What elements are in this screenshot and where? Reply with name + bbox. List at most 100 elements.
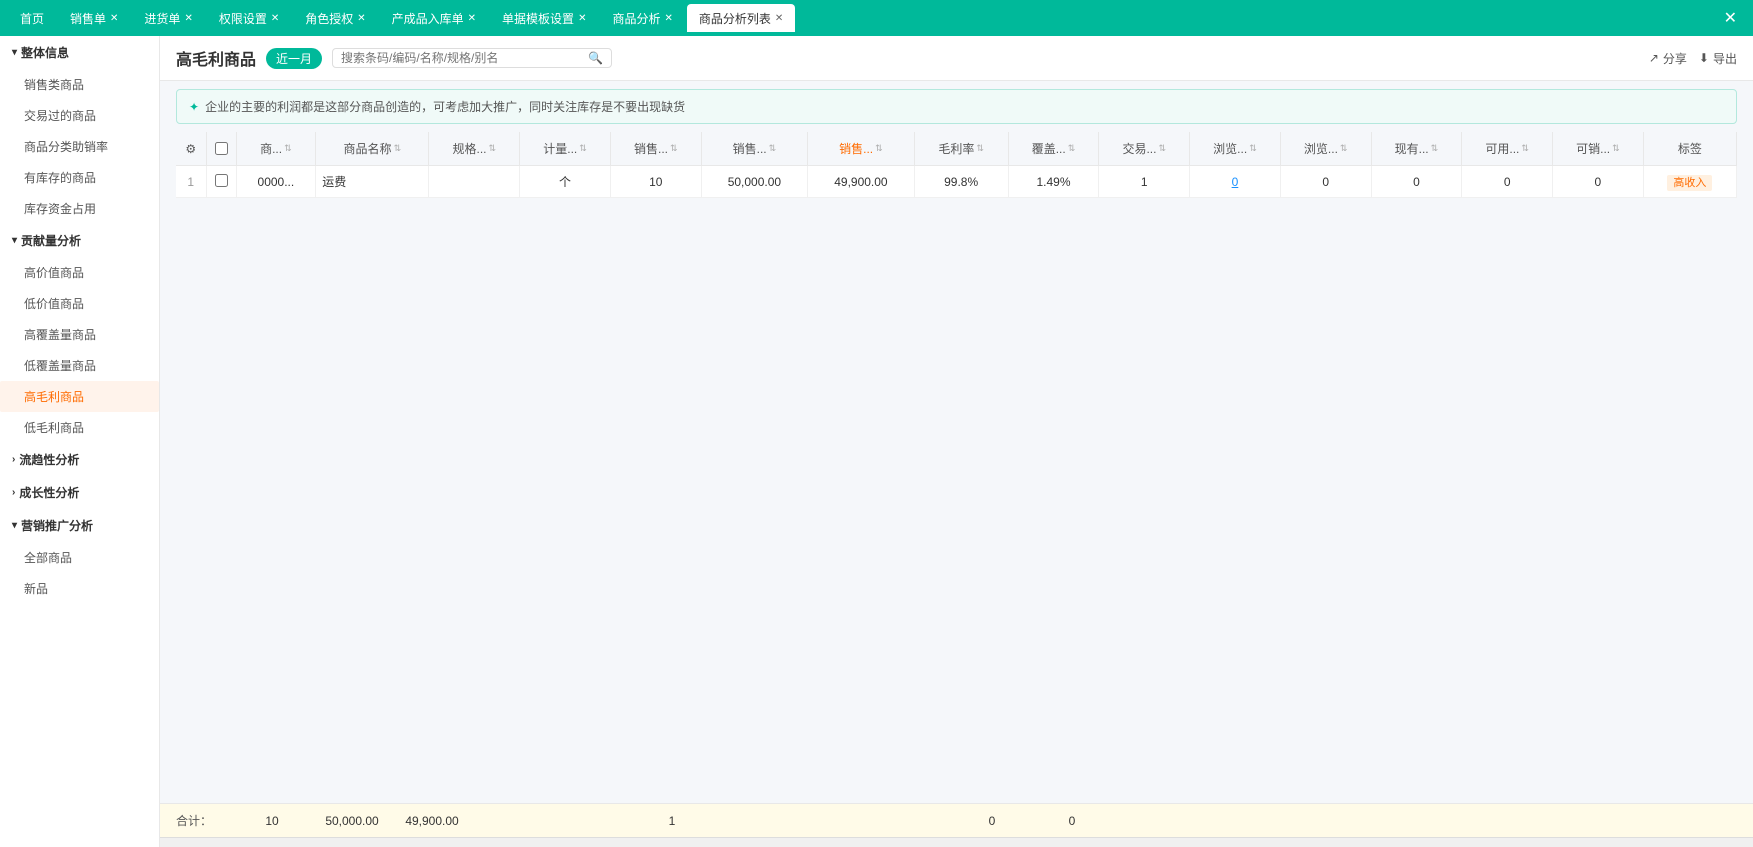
nav-tab-permission-close[interactable]: ✕ bbox=[271, 13, 279, 24]
footer-empty2 bbox=[552, 814, 632, 828]
col-spec[interactable]: 规格... ⇅ bbox=[429, 132, 520, 166]
settings-icon: ⚙ bbox=[185, 142, 196, 156]
col-sale-amt2-sort-icon: ⇅ bbox=[875, 143, 883, 154]
row-coverage: 1.49% bbox=[1008, 166, 1099, 198]
nav-tab-goods-analysis[interactable]: 商品分析 ✕ bbox=[600, 4, 684, 32]
share-button[interactable]: ↗ 分享 bbox=[1649, 50, 1687, 67]
export-button[interactable]: ⬇ 导出 bbox=[1699, 50, 1737, 67]
sidebar-section-overall-label: 整体信息 bbox=[21, 44, 69, 61]
sidebar-section-growth[interactable]: › 成长性分析 bbox=[0, 476, 159, 509]
nav-tab-permission[interactable]: 权限设置 ✕ bbox=[207, 4, 291, 32]
nav-tab-purchase-close[interactable]: ✕ bbox=[184, 13, 192, 24]
col-browse1-label: 浏览... bbox=[1213, 140, 1247, 157]
col-sale-amt2[interactable]: 销售... ⇅ bbox=[808, 132, 915, 166]
nav-tab-goods-analysis-list-close[interactable]: ✕ bbox=[775, 13, 783, 24]
nav-tab-role-close[interactable]: ✕ bbox=[357, 13, 365, 24]
nav-tab-product-inbound[interactable]: 产成品入库单 ✕ bbox=[380, 4, 488, 32]
sidebar-item-all-goods[interactable]: 全部商品 bbox=[0, 542, 159, 573]
footer-sale-amt: 50,000.00 bbox=[312, 814, 392, 828]
nav-tab-template-close[interactable]: ✕ bbox=[578, 13, 586, 24]
search-box[interactable]: 🔍 bbox=[332, 48, 612, 68]
sidebar-item-traded-goods[interactable]: 交易过的商品 bbox=[0, 100, 159, 131]
sidebar-item-low-margin[interactable]: 低毛利商品 bbox=[0, 412, 159, 443]
col-browse1[interactable]: 浏览... ⇅ bbox=[1190, 132, 1281, 166]
col-sale-amt-label: 销售... bbox=[733, 140, 767, 157]
row-name: 运费 bbox=[316, 166, 429, 198]
footer-label: 合计： bbox=[176, 812, 212, 829]
export-icon: ⬇ bbox=[1699, 51, 1709, 65]
col-tag[interactable]: 标签 bbox=[1643, 132, 1736, 166]
select-all-checkbox[interactable] bbox=[215, 142, 228, 155]
export-label: 导出 bbox=[1713, 50, 1737, 67]
sidebar-item-high-margin[interactable]: 高毛利商品 bbox=[0, 381, 159, 412]
nav-tab-purchase[interactable]: 进货单 ✕ bbox=[132, 4, 204, 32]
footer-empty1 bbox=[472, 814, 552, 828]
sidebar-section-contribution-label: 贡献量分析 bbox=[21, 232, 81, 249]
nav-tab-goods-analysis-close[interactable]: ✕ bbox=[664, 13, 672, 24]
bottom-scrollbar[interactable] bbox=[160, 837, 1753, 847]
col-coverage-sort-icon: ⇅ bbox=[1068, 143, 1076, 154]
filter-recent-month-button[interactable]: 近一月 bbox=[266, 48, 322, 69]
nav-tab-template[interactable]: 单据模板设置 ✕ bbox=[490, 4, 598, 32]
col-coverage-label: 覆盖... bbox=[1032, 140, 1066, 157]
main-layout: ▾ 整体信息 销售类商品 交易过的商品 商品分类助销率 有库存的商品 库存资金占… bbox=[0, 36, 1753, 847]
nav-tab-product-inbound-close[interactable]: ✕ bbox=[468, 13, 476, 24]
sidebar-item-high-value[interactable]: 高价值商品 bbox=[0, 257, 159, 288]
nav-tab-home[interactable]: 首页 bbox=[8, 4, 56, 32]
sidebar-item-low-value[interactable]: 低价值商品 bbox=[0, 288, 159, 319]
sidebar-section-marketing[interactable]: ▾ 营销推广分析 bbox=[0, 509, 159, 542]
col-saleable[interactable]: 可销... ⇅ bbox=[1553, 132, 1644, 166]
col-current[interactable]: 现有... ⇅ bbox=[1371, 132, 1462, 166]
col-coverage[interactable]: 覆盖... ⇅ bbox=[1008, 132, 1099, 166]
sidebar-section-trend[interactable]: › 流趋性分析 bbox=[0, 443, 159, 476]
sidebar-item-new-goods-label: 新品 bbox=[24, 582, 48, 596]
col-available[interactable]: 可用... ⇅ bbox=[1462, 132, 1553, 166]
footer-saleable: 0 bbox=[1032, 814, 1112, 828]
footer-transaction: 1 bbox=[632, 814, 712, 828]
sidebar-section-contribution[interactable]: ▾ 贡献量分析 bbox=[0, 224, 159, 257]
sidebar-item-stock-capital[interactable]: 库存资金占用 bbox=[0, 193, 159, 224]
sidebar-item-high-margin-label: 高毛利商品 bbox=[24, 390, 84, 404]
row-browse1[interactable]: 0 bbox=[1190, 166, 1281, 198]
search-icon[interactable]: 🔍 bbox=[588, 51, 603, 65]
nav-tab-sales-label: 销售单 bbox=[70, 10, 106, 27]
sidebar-item-in-stock[interactable]: 有库存的商品 bbox=[0, 162, 159, 193]
col-transaction[interactable]: 交易... ⇅ bbox=[1099, 132, 1190, 166]
content-header: 高毛利商品 近一月 🔍 ↗ 分享 ⬇ 导出 bbox=[160, 36, 1753, 81]
sidebar-section-overall[interactable]: ▾ 整体信息 bbox=[0, 36, 159, 69]
sidebar-item-new-goods[interactable]: 新品 bbox=[0, 573, 159, 604]
nav-tab-product-inbound-label: 产成品入库单 bbox=[392, 10, 464, 27]
nav-tab-sales-close[interactable]: ✕ bbox=[110, 13, 118, 24]
col-sale-qty-label: 销售... bbox=[634, 140, 668, 157]
col-transaction-label: 交易... bbox=[1122, 140, 1156, 157]
col-sale-amt[interactable]: 销售... ⇅ bbox=[701, 132, 808, 166]
col-sale-qty-sort-icon: ⇅ bbox=[670, 143, 678, 154]
col-gross-rate[interactable]: 毛利率 ⇅ bbox=[914, 132, 1008, 166]
sidebar-item-low-coverage-label: 低覆盖量商品 bbox=[24, 359, 96, 373]
col-checkbox[interactable] bbox=[206, 132, 236, 166]
sidebar-item-stock-capital-label: 库存资金占用 bbox=[24, 202, 96, 216]
sidebar-item-low-coverage[interactable]: 低覆盖量商品 bbox=[0, 350, 159, 381]
row-checkbox-cell[interactable] bbox=[206, 166, 236, 198]
sidebar-item-category-rate[interactable]: 商品分类助销率 bbox=[0, 131, 159, 162]
window-close-button[interactable]: ✕ bbox=[1716, 8, 1745, 28]
nav-tab-goods-analysis-list[interactable]: 商品分析列表 ✕ bbox=[687, 4, 795, 32]
sidebar-item-high-coverage[interactable]: 高覆盖量商品 bbox=[0, 319, 159, 350]
col-code[interactable]: 商... ⇅ bbox=[236, 132, 316, 166]
row-checkbox[interactable] bbox=[215, 174, 228, 187]
col-spec-sort-icon: ⇅ bbox=[489, 143, 497, 154]
nav-tab-sales[interactable]: 销售单 ✕ bbox=[58, 4, 130, 32]
col-sale-amt2-label: 销售... bbox=[839, 140, 873, 157]
search-input[interactable] bbox=[341, 51, 588, 65]
col-browse1-sort-icon: ⇅ bbox=[1249, 143, 1257, 154]
col-browse2-label: 浏览... bbox=[1304, 140, 1338, 157]
col-sale-qty[interactable]: 销售... ⇅ bbox=[610, 132, 701, 166]
col-name[interactable]: 商品名称 ⇅ bbox=[316, 132, 429, 166]
sidebar-item-sales-goods[interactable]: 销售类商品 bbox=[0, 69, 159, 100]
col-unit[interactable]: 计量... ⇅ bbox=[520, 132, 611, 166]
nav-tab-role[interactable]: 角色授权 ✕ bbox=[293, 4, 377, 32]
col-settings[interactable]: ⚙ bbox=[176, 132, 206, 166]
col-browse2[interactable]: 浏览... ⇅ bbox=[1280, 132, 1371, 166]
share-label: 分享 bbox=[1663, 50, 1687, 67]
browse1-link[interactable]: 0 bbox=[1232, 175, 1239, 189]
